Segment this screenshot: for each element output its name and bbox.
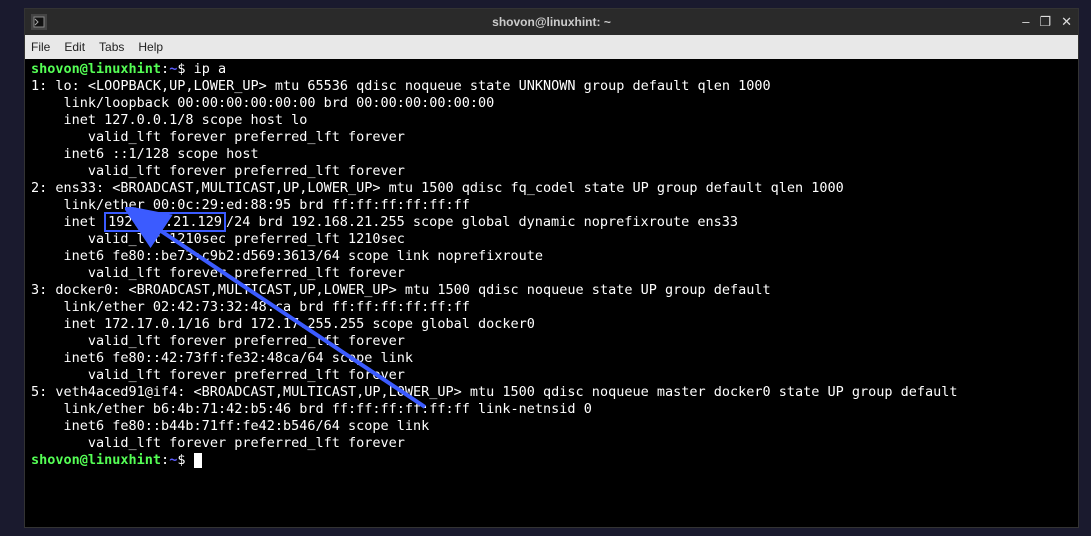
prompt-sep1: : — [161, 452, 169, 468]
window-title: shovon@linuxhint: ~ — [492, 15, 611, 29]
output-line: link/ether b6:4b:71:42:b5:46 brd ff:ff:f… — [31, 401, 592, 417]
output-line: /24 brd 192.168.21.255 scope global dyna… — [226, 214, 738, 230]
maximize-button[interactable]: ❐ — [1039, 14, 1051, 30]
prompt-user: shovon@linuxhint — [31, 452, 161, 468]
output-line: 2: ens33: <BROADCAST,MULTICAST,UP,LOWER_… — [31, 180, 844, 196]
output-line: 5: veth4aced91@if4: <BROADCAST,MULTICAST… — [31, 384, 958, 400]
output-line: inet 127.0.0.1/8 scope host lo — [31, 112, 307, 128]
cursor — [194, 453, 202, 468]
output-line: valid_lft forever preferred_lft forever — [31, 265, 405, 281]
output-line: inet6 fe80::b44b:71ff:fe42:b546/64 scope… — [31, 418, 429, 434]
terminal-output[interactable]: shovon@linuxhint:~$ ip a 1: lo: <LOOPBAC… — [25, 59, 1078, 527]
highlighted-ip: 192.168.21.129 — [104, 212, 226, 232]
output-line: 3: docker0: <BROADCAST,MULTICAST,UP,LOWE… — [31, 282, 771, 298]
prompt-sep2: $ — [177, 452, 185, 468]
output-line: inet6 ::1/128 scope host — [31, 146, 259, 162]
menu-tabs[interactable]: Tabs — [99, 40, 124, 54]
output-line: link/loopback 00:00:00:00:00:00 brd 00:0… — [31, 95, 494, 111]
menu-help[interactable]: Help — [138, 40, 163, 54]
terminal-window: shovon@linuxhint: ~ – ❐ ✕ File Edit Tabs… — [24, 8, 1079, 528]
output-line: link/ether 00:0c:29:ed:88:95 brd ff:ff:f… — [31, 197, 470, 213]
app-icon — [31, 14, 47, 30]
minimize-button[interactable]: – — [1022, 14, 1029, 30]
menubar: File Edit Tabs Help — [25, 35, 1078, 59]
output-line: inet 172.17.0.1/16 brd 172.17.255.255 sc… — [31, 316, 535, 332]
menu-edit[interactable]: Edit — [64, 40, 85, 54]
output-line: valid_lft forever preferred_lft forever — [31, 163, 405, 179]
output-line: 1: lo: <LOOPBACK,UP,LOWER_UP> mtu 65536 … — [31, 78, 771, 94]
prompt-user: shovon@linuxhint — [31, 61, 161, 77]
output-line: inet6 fe80::be73:c9b2:d569:3613/64 scope… — [31, 248, 543, 264]
output-line: valid_lft forever preferred_lft forever — [31, 367, 405, 383]
output-line: inet — [31, 214, 104, 230]
window-controls: – ❐ ✕ — [1022, 14, 1072, 30]
output-line: valid_lft forever preferred_lft forever — [31, 333, 405, 349]
prompt-sep1: : — [161, 61, 169, 77]
menu-file[interactable]: File — [31, 40, 50, 54]
output-line: valid_lft forever preferred_lft forever — [31, 435, 405, 451]
output-line: valid_lft forever preferred_lft forever — [31, 129, 405, 145]
close-button[interactable]: ✕ — [1061, 14, 1072, 30]
titlebar[interactable]: shovon@linuxhint: ~ – ❐ ✕ — [25, 9, 1078, 35]
output-line: valid_lft 1210sec preferred_lft 1210sec — [31, 231, 405, 247]
command-ip-a: ip a — [185, 61, 226, 77]
output-line: inet6 fe80::42:73ff:fe32:48ca/64 scope l… — [31, 350, 413, 366]
output-line: link/ether 02:42:73:32:48:ca brd ff:ff:f… — [31, 299, 470, 315]
